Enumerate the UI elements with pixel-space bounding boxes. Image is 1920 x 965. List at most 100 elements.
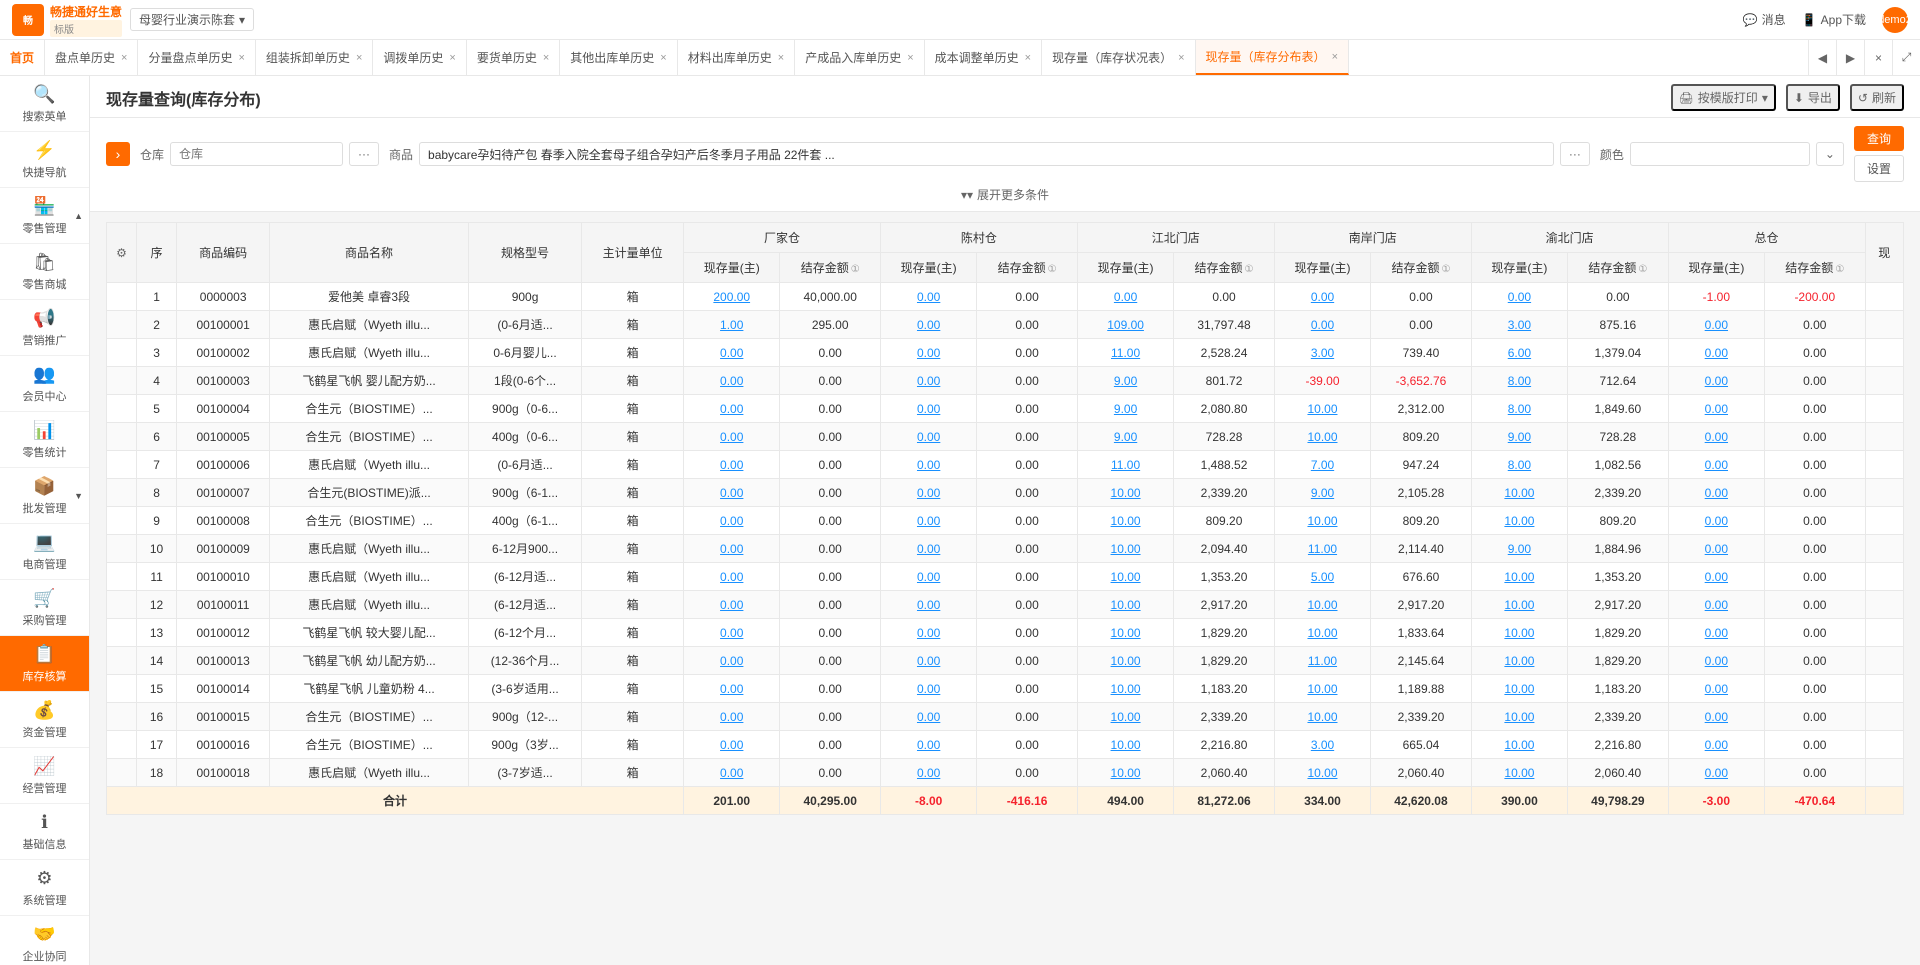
table-cell[interactable]: 10.00 bbox=[1274, 591, 1370, 619]
table-cell[interactable]: 0.00 bbox=[683, 731, 779, 759]
table-cell[interactable]: 0.00 bbox=[1668, 395, 1764, 423]
print-btn[interactable]: 🖨 按模版打印 ▾ bbox=[1671, 84, 1776, 111]
table-cell[interactable]: 10.00 bbox=[1077, 619, 1173, 647]
table-cell[interactable]: 0.00 bbox=[880, 731, 976, 759]
table-cell[interactable]: 10.00 bbox=[1077, 563, 1173, 591]
color-input[interactable] bbox=[1630, 142, 1810, 166]
table-cell[interactable]: 10.00 bbox=[1077, 479, 1173, 507]
table-cell[interactable]: 0.00 bbox=[1668, 507, 1764, 535]
color-dots-btn[interactable]: ⌄ bbox=[1816, 142, 1844, 166]
table-cell[interactable]: 0.00 bbox=[880, 479, 976, 507]
info-icon[interactable]: ① bbox=[1048, 264, 1057, 275]
table-cell[interactable]: 0.00 bbox=[880, 311, 976, 339]
sidebar-item-mall[interactable]: 🛍 零售商城 bbox=[0, 244, 89, 300]
table-cell[interactable]: 0.00 bbox=[1668, 703, 1764, 731]
table-cell[interactable]: 10.00 bbox=[1471, 647, 1567, 675]
goods-dots-btn[interactable]: ··· bbox=[1560, 142, 1590, 166]
warehouse-input[interactable] bbox=[170, 142, 343, 166]
close-icon[interactable]: × bbox=[121, 52, 127, 64]
table-cell[interactable]: 8.00 bbox=[1471, 367, 1567, 395]
sidebar-item-search[interactable]: 🔍 搜索英单 bbox=[0, 76, 89, 132]
sidebar-item-base[interactable]: ℹ 基础信息 bbox=[0, 804, 89, 860]
table-cell[interactable]: 7.00 bbox=[1274, 451, 1370, 479]
table-cell[interactable]: 0.00 bbox=[683, 423, 779, 451]
table-cell[interactable]: 9.00 bbox=[1274, 479, 1370, 507]
table-cell[interactable]: 0.00 bbox=[1668, 759, 1764, 787]
table-cell[interactable]: 11.00 bbox=[1274, 535, 1370, 563]
table-cell[interactable]: 8.00 bbox=[1471, 395, 1567, 423]
table-cell[interactable]: 5.00 bbox=[1274, 563, 1370, 591]
table-cell[interactable]: 10.00 bbox=[1274, 703, 1370, 731]
table-cell[interactable]: 0.00 bbox=[683, 563, 779, 591]
close-icon[interactable]: × bbox=[543, 52, 549, 64]
table-cell[interactable]: 0.00 bbox=[880, 451, 976, 479]
table-cell[interactable]: 9.00 bbox=[1077, 423, 1173, 451]
table-cell[interactable]: 0.00 bbox=[683, 703, 779, 731]
sidebar-item-collab[interactable]: 🤝 企业协同 bbox=[0, 916, 89, 965]
table-cell[interactable]: 10.00 bbox=[1274, 423, 1370, 451]
table-container[interactable]: ⚙ 序 商品编码 商品名称 规格型号 主计量单位 厂家仓 陈村仓 江北门店 南岸… bbox=[90, 212, 1920, 965]
table-cell[interactable]: 0.00 bbox=[1668, 591, 1764, 619]
nav-expand-btn[interactable]: ⤢ bbox=[1892, 40, 1920, 76]
table-cell[interactable]: 0.00 bbox=[880, 703, 976, 731]
table-cell[interactable]: 0.00 bbox=[1274, 311, 1370, 339]
table-cell[interactable]: 10.00 bbox=[1471, 731, 1567, 759]
info-icon[interactable]: ① bbox=[1245, 264, 1254, 275]
table-cell[interactable]: 10.00 bbox=[1471, 703, 1567, 731]
table-cell[interactable]: 0.00 bbox=[1668, 339, 1764, 367]
table-cell[interactable]: -1.00 bbox=[1668, 283, 1764, 311]
table-cell[interactable]: 0.00 bbox=[683, 759, 779, 787]
query-btn[interactable]: 查询 bbox=[1854, 126, 1904, 151]
sidebar-item-wholesale[interactable]: 📦 批发管理 ▼ bbox=[0, 468, 89, 524]
close-icon[interactable]: × bbox=[1025, 52, 1031, 64]
table-cell[interactable]: 11.00 bbox=[1077, 451, 1173, 479]
sidebar-item-quicknav[interactable]: ⚡ 快捷导航 bbox=[0, 132, 89, 188]
table-cell[interactable]: 6.00 bbox=[1471, 339, 1567, 367]
sidebar-item-ecommerce[interactable]: 💻 电商管理 bbox=[0, 524, 89, 580]
avatar[interactable]: demo2 bbox=[1882, 7, 1908, 33]
table-cell[interactable]: 0.00 bbox=[880, 759, 976, 787]
sidebar-item-marketing[interactable]: 📢 营销推广 bbox=[0, 300, 89, 356]
table-cell[interactable]: 10.00 bbox=[1077, 535, 1173, 563]
sidebar-item-ops[interactable]: 📈 经营管理 bbox=[0, 748, 89, 804]
table-cell[interactable]: 0.00 bbox=[1668, 563, 1764, 591]
goods-input[interactable] bbox=[419, 142, 1554, 166]
sidebar-item-inventory[interactable]: 📋 库存核算 bbox=[0, 636, 89, 692]
table-cell[interactable]: 0.00 bbox=[880, 619, 976, 647]
sidebar-item-retail-stats[interactable]: 📊 零售统计 bbox=[0, 412, 89, 468]
table-cell[interactable]: 0.00 bbox=[880, 591, 976, 619]
nav-close-btn[interactable]: × bbox=[1864, 40, 1892, 76]
table-cell[interactable]: 0.00 bbox=[880, 423, 976, 451]
table-cell[interactable]: 10.00 bbox=[1077, 647, 1173, 675]
tab-pddlsh[interactable]: 盘点单历史 × bbox=[45, 40, 138, 75]
table-cell[interactable]: 8.00 bbox=[1471, 451, 1567, 479]
table-cell[interactable]: 0.00 bbox=[1077, 283, 1173, 311]
gear-icon[interactable]: ⚙ bbox=[116, 246, 127, 260]
table-cell[interactable]: 10.00 bbox=[1471, 563, 1567, 591]
table-cell[interactable]: 9.00 bbox=[1471, 423, 1567, 451]
tab-cbtzlsh[interactable]: 成本调整单历史 × bbox=[925, 40, 1042, 75]
table-cell[interactable]: 11.00 bbox=[1077, 339, 1173, 367]
close-icon[interactable]: × bbox=[660, 52, 666, 64]
sidebar-item-system[interactable]: ⚙ 系统管理 bbox=[0, 860, 89, 916]
table-cell[interactable]: 0.00 bbox=[880, 339, 976, 367]
table-cell[interactable]: 10.00 bbox=[1077, 759, 1173, 787]
table-cell[interactable]: 0.00 bbox=[1668, 675, 1764, 703]
table-cell[interactable]: 0.00 bbox=[1471, 283, 1567, 311]
table-cell[interactable]: 200.00 bbox=[683, 283, 779, 311]
table-cell[interactable]: 11.00 bbox=[1274, 647, 1370, 675]
table-cell[interactable]: 0.00 bbox=[683, 339, 779, 367]
info-icon[interactable]: ① bbox=[1638, 264, 1647, 275]
close-icon[interactable]: × bbox=[449, 52, 455, 64]
info-icon[interactable]: ① bbox=[1835, 264, 1844, 275]
tab-qtcklsh[interactable]: 其他出库单历史 × bbox=[560, 40, 677, 75]
table-cell[interactable]: 10.00 bbox=[1274, 395, 1370, 423]
table-cell[interactable]: 10.00 bbox=[1274, 619, 1370, 647]
table-cell[interactable]: 3.00 bbox=[1274, 731, 1370, 759]
table-cell[interactable]: 0.00 bbox=[880, 647, 976, 675]
table-cell[interactable]: 10.00 bbox=[1077, 507, 1173, 535]
settings-btn[interactable]: 设置 bbox=[1854, 155, 1904, 182]
table-cell[interactable]: 0.00 bbox=[683, 395, 779, 423]
refresh-btn[interactable]: ↺ 刷新 bbox=[1850, 84, 1904, 111]
close-icon[interactable]: × bbox=[907, 52, 913, 64]
